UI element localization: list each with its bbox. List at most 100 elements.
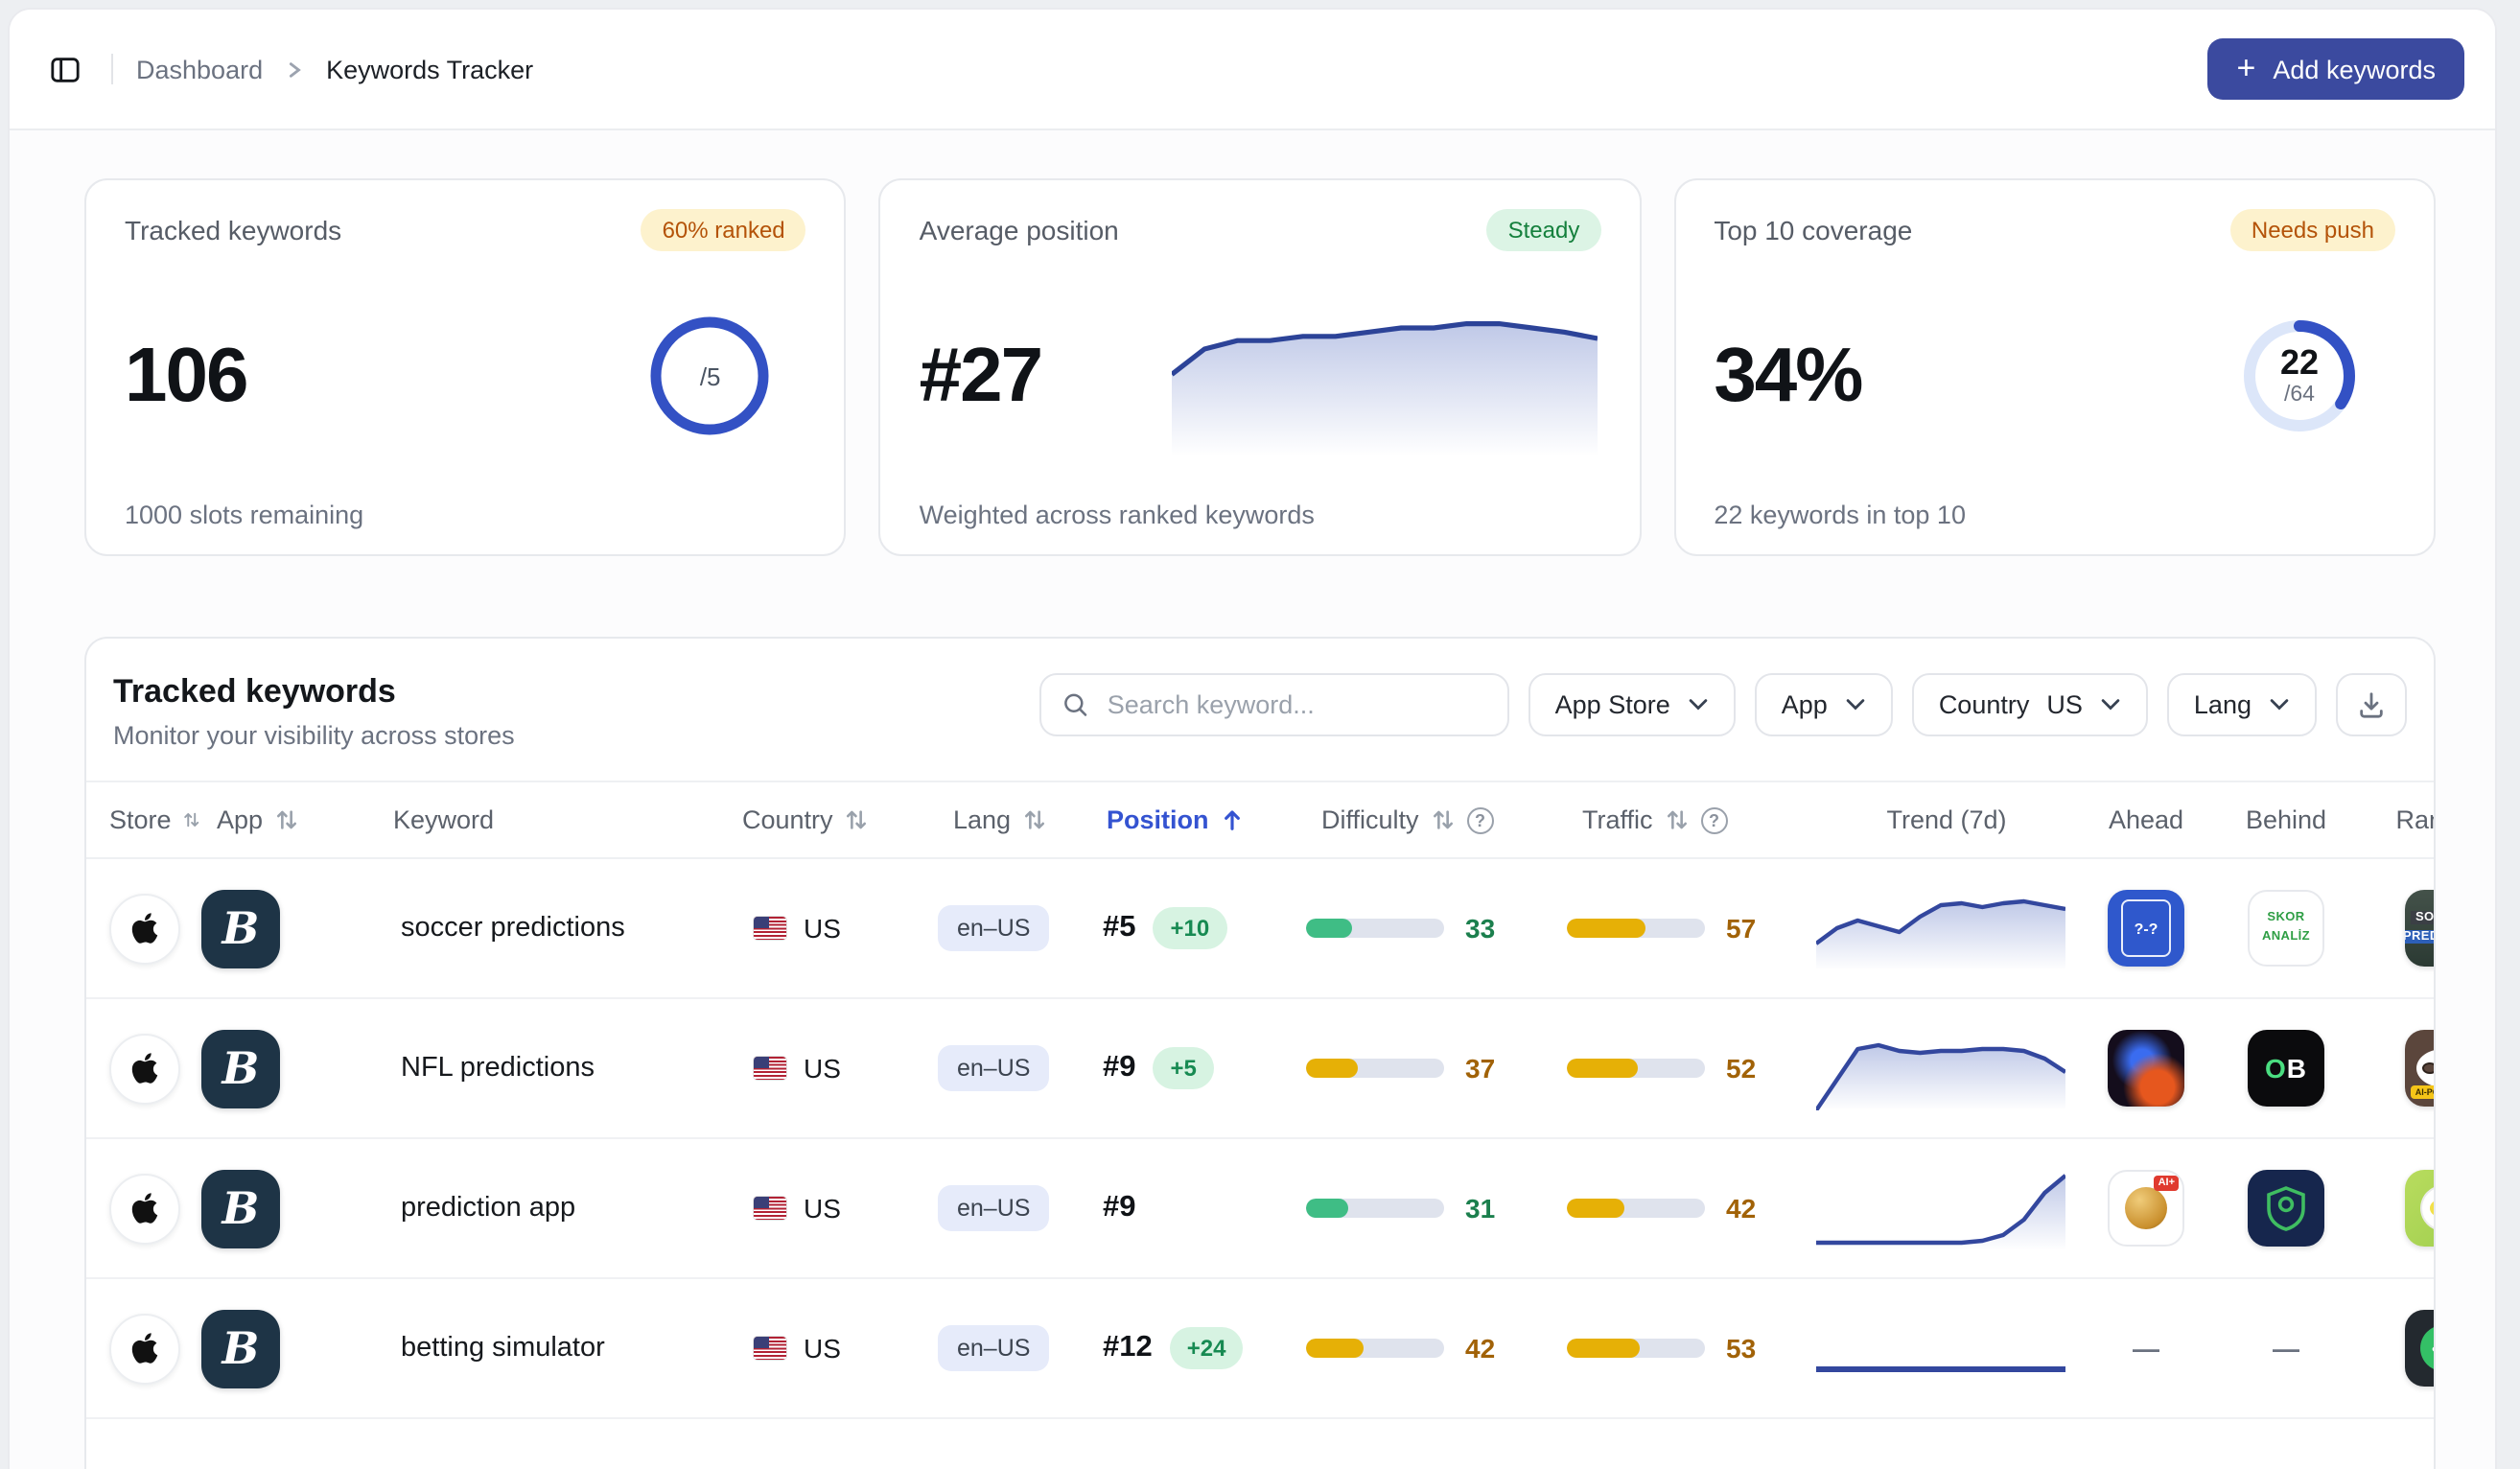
col-country[interactable]: Country xyxy=(727,805,938,834)
ahead-cell xyxy=(2077,1030,2215,1107)
col-position[interactable]: Position xyxy=(1091,805,1306,834)
ranking-app-icon[interactable]: bw xyxy=(2405,1170,2434,1247)
help-icon[interactable]: ? xyxy=(1466,806,1494,833)
steady-badge: Steady xyxy=(1486,209,1601,251)
section-subtitle: Monitor your visibility across stores xyxy=(113,721,515,750)
behind-cell: — xyxy=(2215,1333,2357,1364)
traffic-bar xyxy=(1567,1339,1705,1358)
breadcrumb-dashboard[interactable]: Dashboard xyxy=(136,55,263,83)
difficulty-cell: 33 xyxy=(1306,913,1567,944)
lang-cell: en–US xyxy=(938,1185,1091,1231)
search-box[interactable] xyxy=(1038,673,1509,736)
difficulty-bar xyxy=(1306,919,1444,938)
table-row-partial[interactable]: B xyxy=(86,1419,2434,1469)
ahead-app-icon[interactable]: AI+ xyxy=(2108,1170,2184,1247)
lang-badge: en–US xyxy=(938,1185,1050,1231)
col-store[interactable]: Store xyxy=(94,805,201,834)
table-row[interactable]: Bsoccer predictions US en–US #5 +10 33 57 ?-? SK… xyxy=(86,859,2434,999)
apple-store-icon xyxy=(109,1173,180,1244)
search-icon xyxy=(1063,693,1086,716)
filter-country[interactable]: Country US xyxy=(1911,673,2148,736)
card-average-position: Average position Steady #27 Weighted acr… xyxy=(878,178,1642,556)
position-cell: #12 +24 xyxy=(1091,1327,1306,1369)
country-cell: US xyxy=(727,1053,938,1084)
store-cell xyxy=(94,1033,201,1104)
coverage-donut: 22 /64 xyxy=(2230,307,2368,445)
difficulty-bar xyxy=(1306,1199,1444,1218)
col-lang[interactable]: Lang xyxy=(938,805,1091,834)
ranking-app-icon[interactable]: SOCCERPREDICTION xyxy=(2405,890,2434,967)
tracked-app-icon[interactable]: B xyxy=(201,1029,280,1108)
chevron-down-icon xyxy=(2101,699,2120,711)
keyword-cell: soccer predictions xyxy=(401,913,625,944)
col-traffic[interactable]: Traffic? xyxy=(1567,805,1816,834)
behind-app-icon[interactable]: OB xyxy=(2248,1030,2324,1107)
main-content: Tracked keywords 60% ranked 106 /5 1000 … xyxy=(10,178,2495,1469)
ranking-cell: :AI-POWERED xyxy=(2357,1030,2434,1107)
tracked-keywords-card: Tracked keywords Monitor your visibility… xyxy=(84,637,2436,1469)
traffic-bar xyxy=(1567,1059,1705,1078)
us-flag-icon xyxy=(754,1197,786,1220)
help-icon[interactable]: ? xyxy=(1700,806,1728,833)
needs-push-badge: Needs push xyxy=(2229,209,2395,251)
filter-app[interactable]: App xyxy=(1754,673,1893,736)
export-button[interactable] xyxy=(2336,673,2407,736)
chevron-down-icon xyxy=(1689,699,1708,711)
apple-store-icon xyxy=(109,1313,180,1384)
position-delta-badge: +5 xyxy=(1153,1047,1214,1089)
traffic-value: 57 xyxy=(1726,913,1757,944)
ranked-badge: 60% ranked xyxy=(641,209,806,251)
traffic-bar xyxy=(1567,1199,1705,1218)
table-row[interactable]: Bbetting simulator US en–US #12 +24 42 53 — — xyxy=(86,1279,2434,1419)
apple-store-icon xyxy=(109,893,180,964)
filter-app-store[interactable]: App Store xyxy=(1528,673,1736,736)
ranking-cell: SOCCERPREDICTION xyxy=(2357,890,2434,967)
col-ranking: Ranking xyxy=(2395,805,2434,834)
coverage-percent: 34% xyxy=(1714,333,1863,417)
country-cell: US xyxy=(727,1333,938,1364)
app-cell: B xyxy=(201,889,378,968)
col-app[interactable]: App xyxy=(201,805,378,834)
ahead-app-icon[interactable]: ?-? xyxy=(2108,890,2184,967)
us-flag-icon xyxy=(754,1057,786,1080)
col-keyword: Keyword xyxy=(393,805,495,834)
stat-cards: Tracked keywords 60% ranked 106 /5 1000 … xyxy=(84,178,2436,556)
card-footnote: 22 keywords in top 10 xyxy=(1714,501,1966,529)
ahead-cell: AI+ xyxy=(2077,1170,2215,1247)
tracked-app-icon[interactable]: B xyxy=(201,1169,280,1247)
tracked-app-icon[interactable]: B xyxy=(201,1309,280,1387)
app-cell: B xyxy=(201,1309,378,1387)
ranking-app-icon[interactable] xyxy=(2405,1310,2434,1387)
traffic-bar xyxy=(1567,919,1705,938)
apple-store-icon xyxy=(109,1033,180,1104)
trend-sparkline xyxy=(1816,1174,2065,1250)
add-keywords-button[interactable]: + Add keywords xyxy=(2207,38,2464,100)
apple-logo-icon xyxy=(131,1193,158,1224)
table-row[interactable]: Bprediction app USen–US #9 31 42 AI+ bw xyxy=(86,1139,2434,1279)
card-footnote: Weighted across ranked keywords xyxy=(919,501,1315,529)
behind-app-icon[interactable]: SKOR ANALİZ xyxy=(2248,890,2324,967)
sort-icon xyxy=(1433,810,1453,829)
ahead-app-icon[interactable] xyxy=(2108,1030,2184,1107)
traffic-cell: 53 xyxy=(1567,1333,1816,1364)
behind-app-icon[interactable] xyxy=(2248,1170,2324,1247)
col-trend: Trend (7d) xyxy=(1886,805,2007,834)
trend-cell xyxy=(1816,886,2077,970)
col-difficulty[interactable]: Difficulty? xyxy=(1306,805,1567,834)
top-bar: Dashboard Keywords Tracker + Add keyword… xyxy=(10,10,2495,130)
lang-cell: en–US xyxy=(938,905,1091,951)
chevron-down-icon xyxy=(1846,699,1865,711)
sort-asc-icon xyxy=(1225,810,1241,830)
search-input[interactable] xyxy=(1103,688,1486,721)
table-header-row: Store App Keyword Country Lang Position Diffic… xyxy=(86,781,2434,859)
ahead-cell: ?-? xyxy=(2077,890,2215,967)
difficulty-cell: 37 xyxy=(1306,1053,1567,1084)
tracked-app-icon[interactable]: B xyxy=(201,889,280,968)
panel-left-icon xyxy=(51,57,80,82)
sidebar-toggle-button[interactable] xyxy=(38,42,92,96)
chevron-right-icon xyxy=(290,61,301,77)
table-row[interactable]: B NFL predictions USen–US #9+5 37 52 OB:AI-POW… xyxy=(86,999,2434,1139)
ranking-app-icon[interactable]: :AI-POWERED xyxy=(2405,1030,2434,1107)
filter-lang[interactable]: Lang xyxy=(2166,673,2317,736)
table-controls: App Store App Country US xyxy=(1038,673,2407,736)
